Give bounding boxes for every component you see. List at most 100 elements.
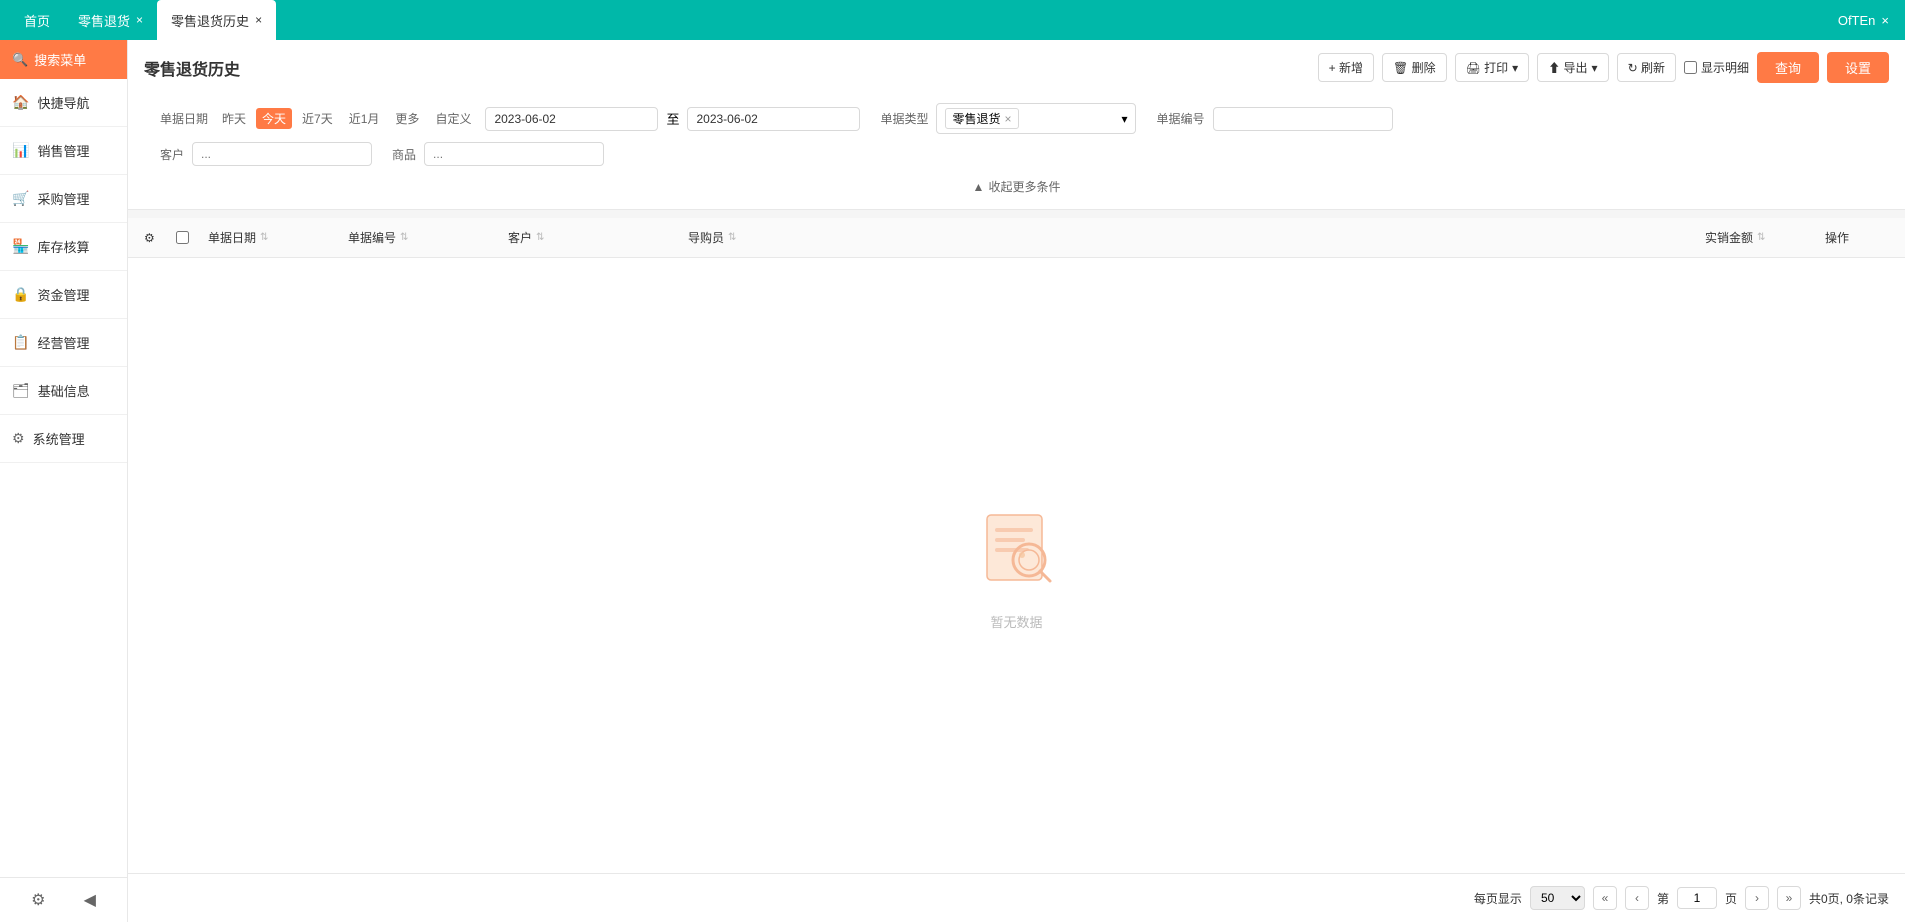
main-layout: 🔍 搜索菜单 🏠 快捷导航 📊 销售管理 🛒 采购管理 🏪 库存核算 🔒 资金管… (0, 40, 1905, 922)
next-page-btn[interactable]: › (1745, 886, 1769, 910)
show-detail-input[interactable] (1684, 61, 1697, 74)
chevron-down-export-icon: ▾ (1592, 61, 1598, 75)
tab-retail-return[interactable]: 零售退货 × (64, 0, 157, 40)
date-btn-today[interactable]: 今天 (256, 108, 292, 129)
date-btn-7days[interactable]: 近7天 (296, 108, 339, 129)
sidebar-item-operations[interactable]: 📋 经营管理 (0, 319, 127, 367)
customer-filter: 客户 (160, 142, 372, 166)
sidebar-bottom: ⚙ ◀ (0, 877, 127, 922)
date-btn-1month[interactable]: 近1月 (343, 108, 386, 129)
select-all-checkbox[interactable] (176, 231, 189, 244)
empty-text: 暂无数据 (990, 612, 1042, 631)
topbar-brand: OfTEn × (1838, 13, 1905, 28)
home-icon: 🏠 (12, 94, 29, 111)
sort-date-icon[interactable]: ⇅ (260, 232, 268, 243)
th-check[interactable] (168, 231, 200, 244)
table-area: ⚙ 单据日期 ⇅ 单据编号 ⇅ 客户 ⇅ 导购员 (128, 218, 1905, 922)
th-amount: 实销金额 ⇅ (1697, 229, 1817, 246)
collapse-sidebar-icon[interactable]: ◀ (84, 890, 96, 910)
num-filter-input[interactable] (1213, 107, 1393, 131)
sidebar-item-purchase[interactable]: 🛒 采购管理 (0, 175, 127, 223)
date-shortcuts: 昨天 今天 近7天 近1月 更多 自定义 (216, 108, 477, 129)
table-header: ⚙ 单据日期 ⇅ 单据编号 ⇅ 客户 ⇅ 导购员 (128, 218, 1905, 258)
num-filter: 单据编号 (1156, 107, 1392, 131)
purchase-icon: 🛒 (12, 190, 29, 207)
export-button[interactable]: ⬆ 导出 ▾ (1537, 53, 1608, 82)
sort-amount-icon[interactable]: ⇅ (1757, 232, 1765, 243)
close-tab-retail-return-history[interactable]: × (255, 13, 262, 27)
settings-button[interactable]: 设置 (1827, 52, 1889, 83)
date-filter-label: 单据日期 (160, 110, 208, 127)
finance-icon: 🔒 (12, 286, 29, 303)
date-to-input[interactable] (687, 107, 860, 131)
page-title: 零售退货历史 (144, 56, 240, 80)
page-label: 第 (1657, 890, 1669, 907)
delete-button[interactable]: 🗑 删除 (1382, 53, 1447, 82)
sales-icon: 📊 (12, 142, 29, 159)
sidebar-item-finance[interactable]: 🔒 资金管理 (0, 271, 127, 319)
type-filter-label: 单据类型 (880, 110, 928, 127)
chevron-down-icon: ▾ (1512, 61, 1518, 75)
total-text: 共0页, 0条记录 (1809, 890, 1889, 907)
per-page-label: 每页显示 (1474, 890, 1522, 907)
sidebar: 🔍 搜索菜单 🏠 快捷导航 📊 销售管理 🛒 采购管理 🏪 库存核算 🔒 资金管… (0, 40, 128, 922)
prev-page-btn[interactable]: ‹ (1625, 886, 1649, 910)
gear-icon[interactable]: ⚙ (144, 231, 155, 245)
query-button[interactable]: 查询 (1757, 52, 1819, 83)
date-btn-more[interactable]: 更多 (389, 108, 425, 129)
sidebar-item-system[interactable]: ⚙ 系统管理 (0, 415, 127, 463)
refresh-button[interactable]: ↻ 刷新 (1617, 53, 1676, 82)
sort-guide-icon[interactable]: ⇅ (728, 232, 736, 243)
empty-state: 暂无数据 (128, 258, 1905, 873)
filter-row-1: 单据日期 昨天 今天 近7天 近1月 更多 自定义 至 (160, 103, 1873, 134)
per-page-select[interactable]: 50 10 20 100 (1530, 886, 1585, 910)
date-filter: 单据日期 昨天 今天 近7天 近1月 更多 自定义 至 (160, 107, 860, 131)
date-btn-custom[interactable]: 自定义 (429, 108, 477, 129)
goods-filter: 商品 (392, 142, 604, 166)
show-detail-checkbox[interactable]: 显示明细 (1684, 59, 1749, 76)
chevron-up-icon: ▲ (973, 180, 985, 194)
tab-home[interactable]: 首页 (10, 0, 64, 40)
type-select[interactable]: 零售退货 × ▾ (936, 103, 1136, 134)
remove-type-tag[interactable]: × (1005, 112, 1012, 126)
sidebar-item-sales[interactable]: 📊 销售管理 (0, 127, 127, 175)
sidebar-item-inventory[interactable]: 🏪 库存核算 (0, 223, 127, 271)
sidebar-item-quicknav[interactable]: 🏠 快捷导航 (0, 79, 127, 127)
goods-filter-input[interactable] (424, 142, 604, 166)
close-tab-retail-return[interactable]: × (136, 13, 143, 27)
sort-num-icon[interactable]: ⇅ (400, 232, 408, 243)
page-title-row: 零售退货历史 + 新增 🗑 删除 🖨 打印 ▾ ⬆ 导出 ▾ (144, 52, 1889, 83)
basic-info-icon: 🗂 (12, 382, 30, 399)
page-input[interactable] (1677, 887, 1717, 909)
th-num: 单据编号 ⇅ (340, 229, 500, 246)
sidebar-item-basic-info[interactable]: 🗂 基础信息 (0, 367, 127, 415)
th-guide: 导购员 ⇅ (680, 229, 1697, 246)
close-window-icon[interactable]: × (1881, 13, 1889, 28)
th-settings[interactable]: ⚙ (136, 231, 168, 245)
customer-filter-input[interactable] (192, 142, 372, 166)
collapse-filter-btn[interactable]: ▲ 收起更多条件 (957, 174, 1077, 199)
date-btn-yesterday[interactable]: 昨天 (216, 108, 252, 129)
filter-area: 单据日期 昨天 今天 近7天 近1月 更多 自定义 至 (144, 93, 1889, 209)
th-action: 操作 (1817, 229, 1897, 246)
last-page-btn[interactable]: » (1777, 886, 1801, 910)
type-select-chevron: ▾ (1121, 112, 1127, 126)
sort-customer-icon[interactable]: ⇅ (536, 232, 544, 243)
inventory-icon: 🏪 (12, 238, 29, 255)
new-button[interactable]: + 新增 (1318, 53, 1374, 82)
settings-bottom-icon[interactable]: ⚙ (31, 890, 45, 910)
customer-filter-label: 客户 (160, 146, 184, 163)
search-icon: 🔍 (12, 52, 28, 68)
system-icon: ⚙ (12, 430, 25, 447)
empty-icon (967, 500, 1067, 600)
print-button[interactable]: 🖨 打印 ▾ (1455, 53, 1530, 82)
sidebar-search[interactable]: 🔍 搜索菜单 (0, 40, 127, 79)
first-page-btn[interactable]: « (1593, 886, 1617, 910)
content-area: 零售退货历史 + 新增 🗑 删除 🖨 打印 ▾ ⬆ 导出 ▾ (128, 40, 1905, 922)
th-customer: 客户 ⇅ (500, 229, 680, 246)
date-from-input[interactable] (485, 107, 658, 131)
filter-row-2: 客户 商品 (160, 142, 1873, 166)
goods-filter-label: 商品 (392, 146, 416, 163)
page-unit: 页 (1725, 890, 1737, 907)
tab-retail-return-history[interactable]: 零售退货历史 × (157, 0, 276, 40)
